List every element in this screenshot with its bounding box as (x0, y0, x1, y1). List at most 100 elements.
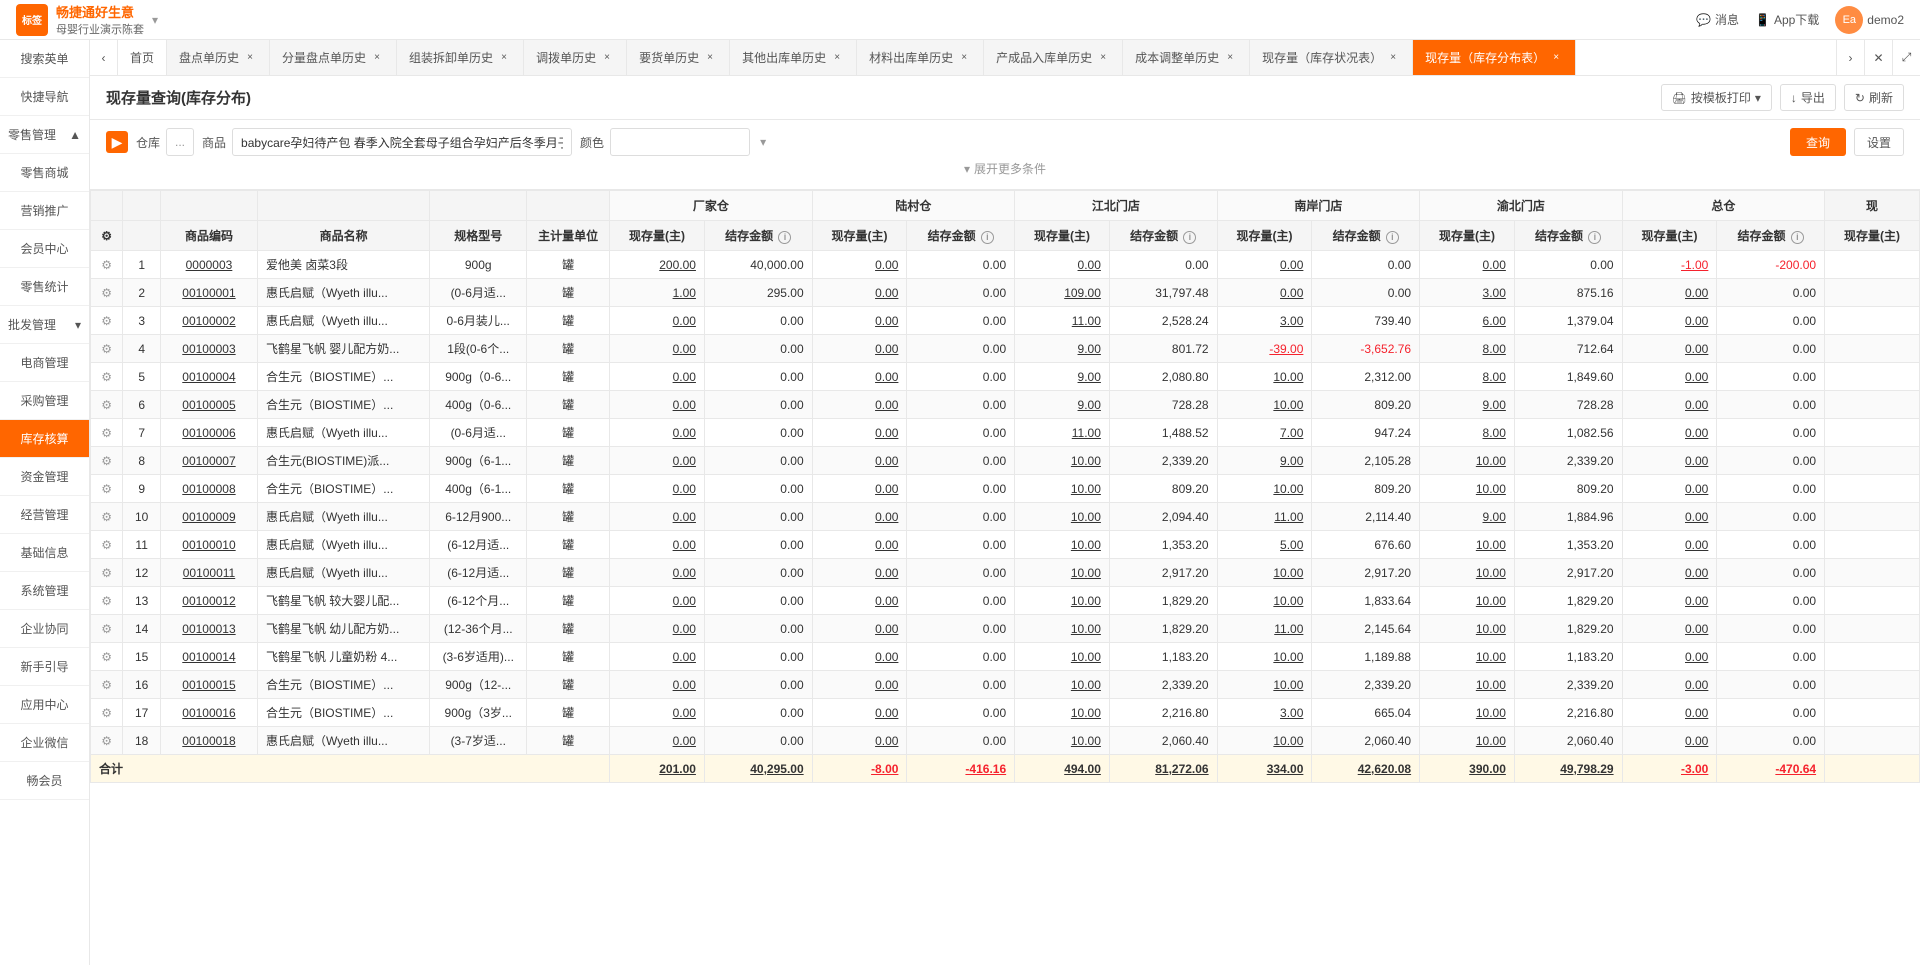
search-expand-btn[interactable]: ▶ (106, 131, 128, 153)
cell-code[interactable]: 0000003 (161, 251, 258, 279)
sidebar-item-system[interactable]: 系统管理 (0, 572, 89, 610)
tab-close-otherout[interactable]: × (830, 51, 844, 65)
tab-close-all-btn[interactable]: ✕ (1864, 40, 1892, 76)
cell-fj-qty[interactable]: 0.00 (610, 587, 705, 615)
cell-code[interactable]: 00100014 (161, 643, 258, 671)
cell-jb-qty[interactable]: 10.00 (1015, 615, 1110, 643)
cell-na-qty[interactable]: 10.00 (1217, 643, 1312, 671)
total-fj-qty[interactable]: 201.00 (610, 755, 705, 783)
user-avatar-btn[interactable]: Ea demo2 (1835, 6, 1904, 34)
cell-na-qty[interactable]: 0.00 (1217, 279, 1312, 307)
cell-zc-qty[interactable]: 0.00 (1622, 531, 1717, 559)
cell-code[interactable]: 00100001 (161, 279, 258, 307)
cell-jb-qty[interactable]: 10.00 (1015, 447, 1110, 475)
sidebar-item-purchase[interactable]: 采购管理 (0, 382, 89, 420)
cell-jb-qty[interactable]: 10.00 (1015, 503, 1110, 531)
cell-code[interactable]: 00100003 (161, 335, 258, 363)
tab-close-produced[interactable]: × (1096, 51, 1110, 65)
cell-na-qty[interactable]: 9.00 (1217, 447, 1312, 475)
sidebar-item-search[interactable]: 搜索英单 (0, 40, 89, 78)
cell-code[interactable]: 00100008 (161, 475, 258, 503)
cell-jb-qty[interactable]: 10.00 (1015, 643, 1110, 671)
cell-fj-qty[interactable]: 0.00 (610, 335, 705, 363)
cell-fj-qty[interactable]: 0.00 (610, 363, 705, 391)
info-icon-lc[interactable]: i (981, 231, 994, 244)
cell-yb-qty[interactable]: 8.00 (1420, 335, 1515, 363)
tab-stockdist[interactable]: 现存量（库存分布表） × (1413, 40, 1576, 76)
cell-na-qty[interactable]: 3.00 (1217, 699, 1312, 727)
warehouse-input[interactable]: ... (166, 128, 194, 156)
cell-fj-qty[interactable]: 0.00 (610, 671, 705, 699)
cell-lc-qty[interactable]: 0.00 (812, 559, 907, 587)
cell-yb-qty[interactable]: 10.00 (1420, 559, 1515, 587)
cell-zc-qty[interactable]: 0.00 (1622, 419, 1717, 447)
cell-lc-qty[interactable]: 0.00 (812, 643, 907, 671)
info-icon-yb[interactable]: i (1588, 231, 1601, 244)
cell-lc-qty[interactable]: 0.00 (812, 251, 907, 279)
tab-close-costadjust[interactable]: × (1223, 51, 1237, 65)
cell-jb-qty[interactable]: 10.00 (1015, 475, 1110, 503)
cell-zc-qty[interactable]: 0.00 (1622, 363, 1717, 391)
cell-zc-qty[interactable]: 0.00 (1622, 643, 1717, 671)
cell-yb-qty[interactable]: 10.00 (1420, 671, 1515, 699)
setting-btn[interactable]: 设置 (1854, 128, 1904, 156)
tab-costadjust[interactable]: 成本调整单历史 × (1123, 40, 1250, 76)
tab-close-demand[interactable]: × (703, 51, 717, 65)
tab-partstock[interactable]: 分量盘点单历史 × (270, 40, 397, 76)
total-na-amt[interactable]: 42,620.08 (1312, 755, 1420, 783)
cell-zc-qty[interactable]: -1.00 (1622, 251, 1717, 279)
cell-yb-qty[interactable]: 10.00 (1420, 447, 1515, 475)
cell-zc-qty[interactable]: 0.00 (1622, 335, 1717, 363)
cell-fj-qty[interactable]: 0.00 (610, 531, 705, 559)
tab-demand[interactable]: 要货单历史 × (627, 40, 730, 76)
cell-code[interactable]: 00100007 (161, 447, 258, 475)
cell-lc-qty[interactable]: 0.00 (812, 475, 907, 503)
tab-close-partstock[interactable]: × (370, 51, 384, 65)
sidebar-item-vip[interactable]: 畅会员 (0, 762, 89, 800)
cell-fj-qty[interactable]: 0.00 (610, 615, 705, 643)
cell-lc-qty[interactable]: 0.00 (812, 587, 907, 615)
cell-lc-qty[interactable]: 0.00 (812, 391, 907, 419)
cell-jb-qty[interactable]: 10.00 (1015, 587, 1110, 615)
cell-jb-qty[interactable]: 10.00 (1015, 727, 1110, 755)
cell-code[interactable]: 00100010 (161, 531, 258, 559)
cell-na-qty[interactable]: 10.00 (1217, 727, 1312, 755)
cell-code[interactable]: 00100002 (161, 307, 258, 335)
cell-na-qty[interactable]: 10.00 (1217, 475, 1312, 503)
cell-code[interactable]: 00100009 (161, 503, 258, 531)
query-btn[interactable]: 查询 (1790, 128, 1846, 156)
cell-zc-qty[interactable]: 0.00 (1622, 447, 1717, 475)
cell-lc-qty[interactable]: 0.00 (812, 615, 907, 643)
sidebar-item-basics[interactable]: 基础信息 (0, 534, 89, 572)
cell-na-qty[interactable]: 0.00 (1217, 251, 1312, 279)
cell-lc-qty[interactable]: 0.00 (812, 727, 907, 755)
cell-fj-qty[interactable]: 0.00 (610, 559, 705, 587)
tab-close-stocktake[interactable]: × (243, 51, 257, 65)
tab-close-assembly[interactable]: × (497, 51, 511, 65)
cell-code[interactable]: 00100005 (161, 391, 258, 419)
cell-code[interactable]: 00100013 (161, 615, 258, 643)
cell-jb-qty[interactable]: 10.00 (1015, 671, 1110, 699)
cell-na-qty[interactable]: 10.00 (1217, 363, 1312, 391)
sidebar-item-retailstat[interactable]: 零售统计 (0, 268, 89, 306)
cell-jb-qty[interactable]: 11.00 (1015, 307, 1110, 335)
cell-zc-qty[interactable]: 0.00 (1622, 503, 1717, 531)
cell-jb-qty[interactable]: 0.00 (1015, 251, 1110, 279)
cell-zc-qty[interactable]: 0.00 (1622, 699, 1717, 727)
total-zc-qty[interactable]: -3.00 (1622, 755, 1717, 783)
cell-yb-qty[interactable]: 10.00 (1420, 727, 1515, 755)
cell-jb-qty[interactable]: 9.00 (1015, 335, 1110, 363)
cell-lc-qty[interactable]: 0.00 (812, 363, 907, 391)
cell-fj-qty[interactable]: 1.00 (610, 279, 705, 307)
info-icon-zc[interactable]: i (1791, 231, 1804, 244)
tab-close-matout[interactable]: × (957, 51, 971, 65)
cell-fj-qty[interactable]: 0.00 (610, 503, 705, 531)
cell-lc-qty[interactable]: 0.00 (812, 335, 907, 363)
cell-code[interactable]: 00100012 (161, 587, 258, 615)
cell-zc-qty[interactable]: 0.00 (1622, 559, 1717, 587)
total-jb-qty[interactable]: 494.00 (1015, 755, 1110, 783)
sidebar-item-inventory[interactable]: 库存核算 (0, 420, 89, 458)
cell-zc-qty[interactable]: 0.00 (1622, 671, 1717, 699)
sidebar-item-operation[interactable]: 经营管理 (0, 496, 89, 534)
tab-produced[interactable]: 产成品入库单历史 × (984, 40, 1123, 76)
